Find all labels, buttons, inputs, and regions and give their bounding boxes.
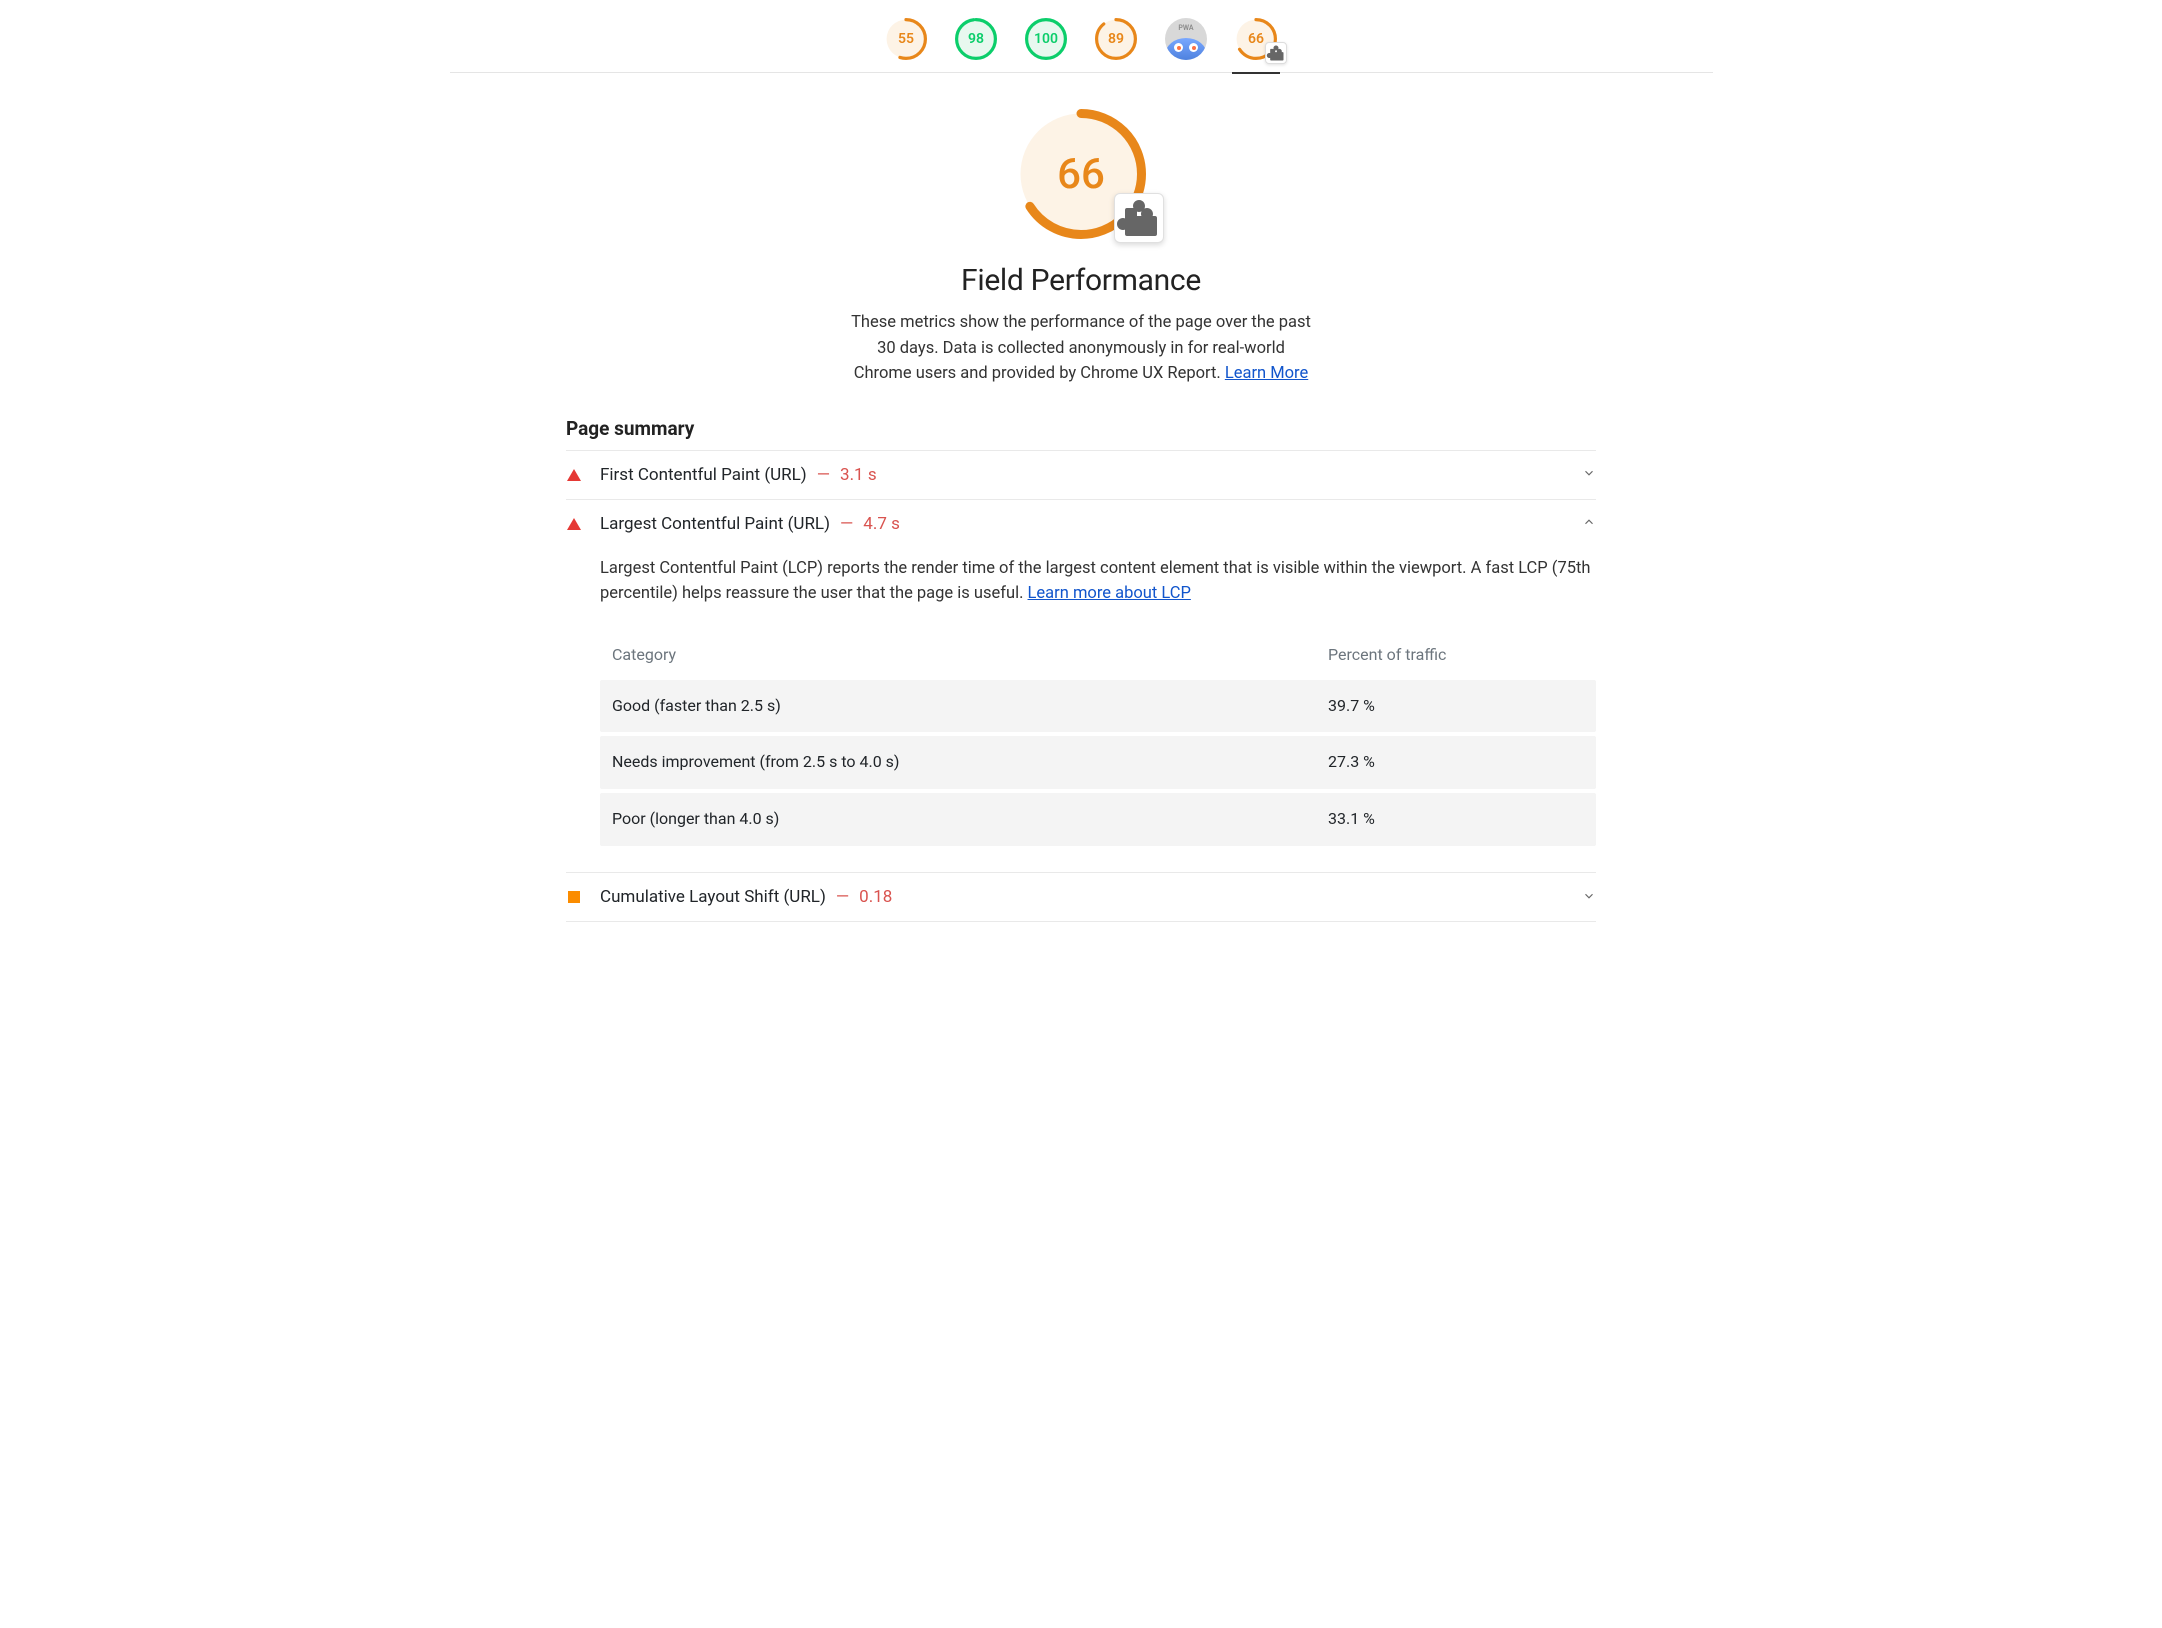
table-row: Good (faster than 2.5 s) 39.7 %: [600, 680, 1596, 733]
puzzle-icon: [1265, 42, 1287, 64]
tab-underline: [1232, 72, 1280, 74]
gauge-3[interactable]: 89: [1095, 18, 1137, 60]
hero-section: 66 Field Performance These metrics show …: [450, 73, 1713, 387]
hero-description: These metrics show the performance of th…: [851, 310, 1311, 387]
distribution-table: Category Percent of traffic Good (faster…: [600, 631, 1596, 850]
puzzle-icon: [1114, 193, 1164, 243]
table-cell: 33.1 %: [1316, 793, 1596, 846]
pwa-icon: [1165, 38, 1207, 60]
metric-dash: —: [836, 887, 849, 907]
table-header: Category: [600, 635, 1316, 676]
learn-more-lcp-link[interactable]: Learn more about LCP: [1028, 584, 1191, 603]
metric-name: First Contentful Paint (URL): [600, 465, 807, 485]
table-row: Poor (longer than 4.0 s) 33.1 %: [600, 793, 1596, 846]
table-cell: Good (faster than 2.5 s): [600, 680, 1316, 733]
gauge-0[interactable]: 55: [885, 18, 927, 60]
gauge-row: 55 98 100 89 PWA 66: [450, 0, 1713, 73]
gauge-1[interactable]: 98: [955, 18, 997, 60]
metric-row[interactable]: Largest Contentful Paint (URL) — 4.7 s: [566, 499, 1596, 548]
table-row: Needs improvement (from 2.5 s to 4.0 s) …: [600, 736, 1596, 789]
page-title: Field Performance: [961, 263, 1201, 298]
metric-name: Cumulative Layout Shift (URL): [600, 887, 826, 907]
gauge-2[interactable]: 100: [1025, 18, 1067, 60]
gauge-score: 100: [1025, 18, 1067, 60]
chevron-down-icon: [1582, 888, 1596, 907]
chevron-down-icon: [1582, 465, 1596, 484]
chevron-up-icon: [1582, 514, 1596, 533]
table-cell: Poor (longer than 4.0 s): [600, 793, 1316, 846]
gauge-score: 89: [1095, 18, 1137, 60]
table-cell: 39.7 %: [1316, 680, 1596, 733]
table-cell: 27.3 %: [1316, 736, 1596, 789]
triangle-icon: [566, 518, 582, 530]
gauge-5[interactable]: 66: [1235, 18, 1277, 60]
metric-dash: —: [840, 514, 853, 534]
learn-more-link[interactable]: Learn More: [1225, 364, 1308, 383]
metric-name: Largest Contentful Paint (URL): [600, 514, 830, 534]
gauge-score: 98: [955, 18, 997, 60]
metric-value: 4.7 s: [863, 514, 900, 534]
content: Page summary First Contentful Paint (URL…: [566, 417, 1596, 922]
pwa-label: PWA: [1165, 24, 1207, 32]
table-header: Percent of traffic: [1316, 635, 1596, 676]
triangle-icon: [566, 469, 582, 481]
metric-row[interactable]: First Contentful Paint (URL) — 3.1 s: [566, 450, 1596, 499]
hero-gauge: 66: [1016, 109, 1146, 239]
metric-row[interactable]: Cumulative Layout Shift (URL) — 0.18: [566, 872, 1596, 922]
metric-value: 0.18: [859, 887, 892, 907]
section-title: Page summary: [566, 417, 1596, 440]
metric-body: Largest Contentful Paint (LCP) reports t…: [566, 548, 1596, 872]
gauge-pwa[interactable]: PWA: [1165, 18, 1207, 60]
gauge-score: 55: [885, 18, 927, 60]
table-cell: Needs improvement (from 2.5 s to 4.0 s): [600, 736, 1316, 789]
metric-value: 3.1 s: [840, 465, 877, 485]
metric-dash: —: [817, 465, 830, 485]
square-icon: [566, 891, 582, 903]
